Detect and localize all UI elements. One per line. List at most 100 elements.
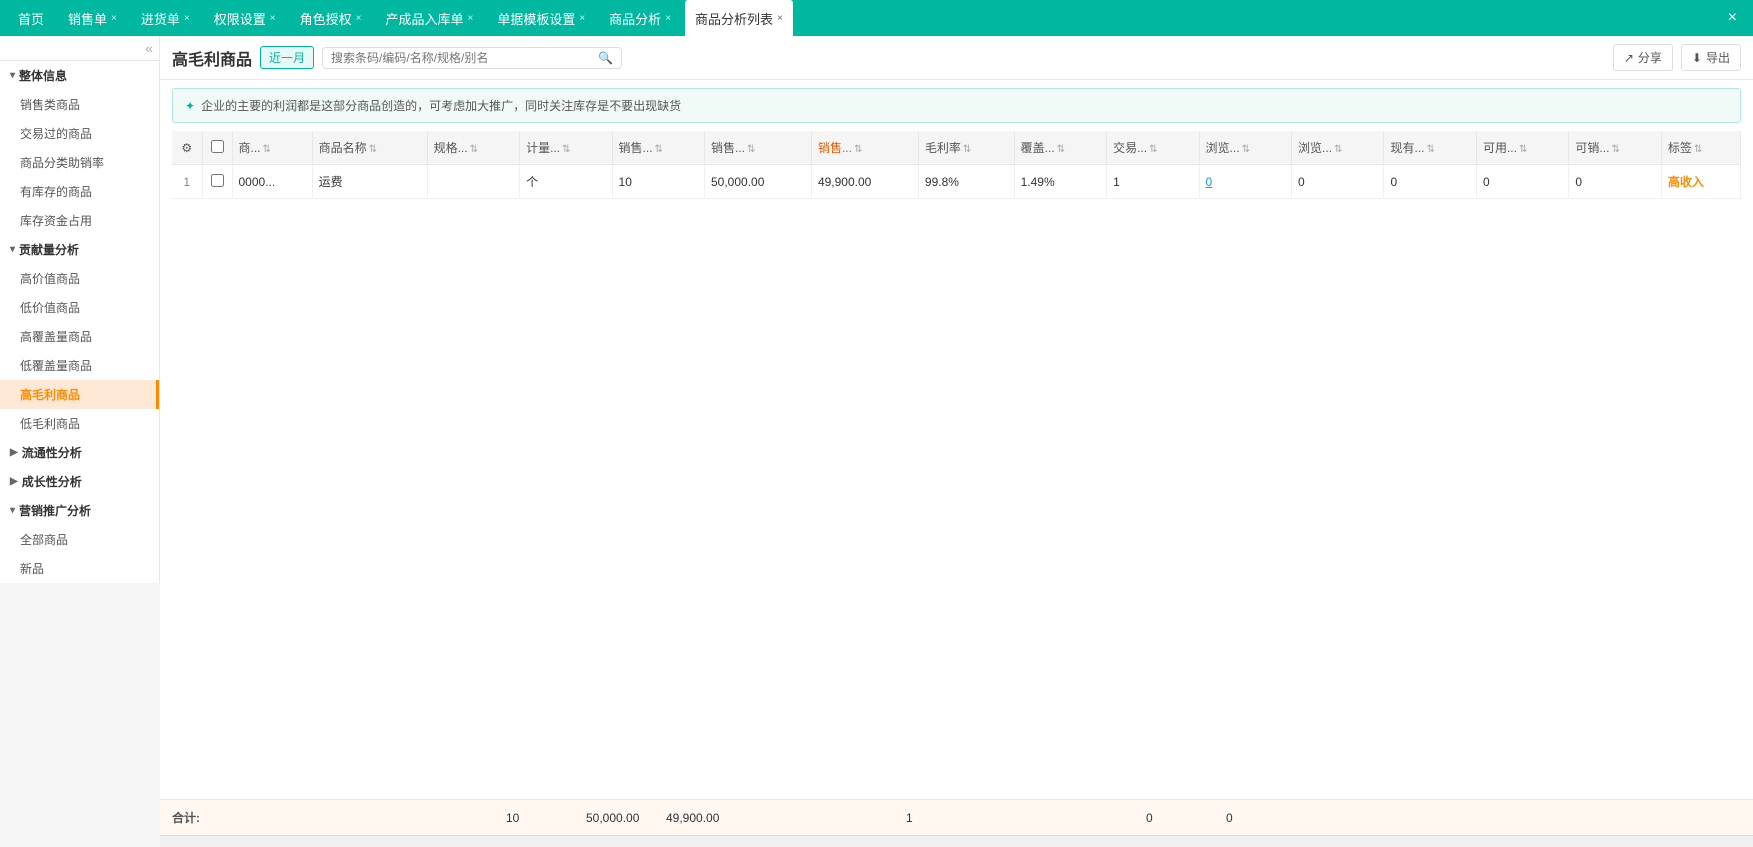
sidebar-item-high-coverage[interactable]: 高覆盖量商品 — [0, 322, 159, 351]
col-code[interactable]: 商...⇅ — [232, 131, 312, 165]
nav-tab-role[interactable]: 角色授权 × — [290, 0, 372, 36]
col-current[interactable]: 现有...⇅ — [1384, 131, 1476, 165]
sidebar-group-overall[interactable]: ▾ 整体信息 — [0, 61, 159, 90]
sidebar-item-all-goods[interactable]: 全部商品 — [0, 525, 159, 554]
cell-coverage: 1.49% — [1014, 165, 1106, 199]
sort-icon: ⇅ — [1694, 144, 1702, 155]
col-saleable[interactable]: 可销...⇅ — [1569, 131, 1661, 165]
col-transaction[interactable]: 交易...⇅ — [1107, 131, 1199, 165]
nav-tab-template[interactable]: 单据模板设置 × — [487, 0, 595, 36]
footer-transaction: 1 — [900, 811, 980, 825]
export-icon: ⬇ — [1692, 51, 1702, 65]
sort-icon: ⇅ — [963, 144, 971, 155]
page-title: 高毛利商品 — [172, 46, 252, 70]
content-header: 高毛利商品 近一月 🔍 ↗ 分享 ⬇ 导出 — [160, 36, 1753, 80]
cell-current: 0 — [1384, 165, 1476, 199]
sidebar-item-low-coverage[interactable]: 低覆盖量商品 — [0, 351, 159, 380]
export-button[interactable]: ⬇ 导出 — [1681, 44, 1741, 71]
col-browse2[interactable]: 浏览...⇅ — [1292, 131, 1384, 165]
col-settings[interactable]: ⚙ — [172, 131, 202, 165]
nav-tab-product-storage[interactable]: 产成品入库单 × — [375, 0, 483, 36]
sidebar-group-label: 整体信息 — [19, 67, 67, 84]
nav-home[interactable]: 首页 — [8, 5, 54, 32]
sort-icon: ⇅ — [1611, 144, 1619, 155]
sidebar-item-high-value[interactable]: 高价值商品 — [0, 264, 159, 293]
collapse-arrow-icon: ▾ — [10, 70, 15, 81]
col-tag[interactable]: 标签⇅ — [1661, 131, 1740, 165]
data-table: ⚙ 商...⇅ 商品名称⇅ 规格...⇅ 计量...⇅ 销售...⇅ 销售...… — [172, 131, 1741, 199]
nav-tab-purchase-order[interactable]: 进货单 × — [131, 0, 200, 36]
sidebar-group-marketing[interactable]: ▾ 营销推广分析 — [0, 496, 159, 525]
share-button[interactable]: ↗ 分享 — [1613, 44, 1673, 71]
footer-available: 0 — [1220, 811, 1300, 825]
sidebar-group-contribution[interactable]: ▾ 贡献量分析 — [0, 235, 159, 264]
sidebar-group-liquidity[interactable]: ▶ 流通性分析 — [0, 438, 159, 467]
sort-icon: ⇅ — [369, 144, 377, 155]
window-close-button[interactable]: × — [1720, 9, 1745, 27]
footer-sales-qty: 10 — [500, 811, 580, 825]
search-box: 🔍 — [322, 47, 622, 69]
share-icon: ↗ — [1624, 51, 1634, 65]
nav-tab-label: 销售单 — [68, 9, 107, 28]
close-icon[interactable]: × — [665, 13, 671, 24]
sidebar-item-low-margin[interactable]: 低毛利商品 — [0, 409, 159, 438]
col-spec[interactable]: 规格...⇅ — [427, 131, 519, 165]
export-label: 导出 — [1706, 49, 1730, 66]
nav-tab-label: 产成品入库单 — [385, 9, 463, 28]
col-unit[interactable]: 计量...⇅ — [520, 131, 612, 165]
cell-tag: 高收入 — [1661, 165, 1740, 199]
sidebar-item-stock-capital[interactable]: 库存资金占用 — [0, 206, 159, 235]
footer-current: 0 — [1140, 811, 1220, 825]
col-sales-profit[interactable]: 销售...⇅ — [811, 131, 918, 165]
sidebar-group-label: 营销推广分析 — [19, 502, 91, 519]
sort-icon: ⇅ — [1334, 144, 1342, 155]
nav-tab-permission[interactable]: 权限设置 × — [204, 0, 286, 36]
sidebar-item-sales-goods[interactable]: 销售类商品 — [0, 90, 159, 119]
close-icon[interactable]: × — [184, 13, 190, 24]
nav-tab-label: 商品分析 — [609, 9, 661, 28]
nav-tab-analysis[interactable]: 商品分析 × — [599, 0, 681, 36]
collapse-arrow-icon: ▾ — [10, 244, 15, 255]
select-all-checkbox[interactable] — [211, 140, 224, 153]
search-icon[interactable]: 🔍 — [598, 51, 613, 65]
sidebar-item-stock-goods[interactable]: 有库存的商品 — [0, 177, 159, 206]
footer-sales-amount: 50,000.00 — [580, 811, 660, 825]
nav-tab-analysis-list[interactable]: 商品分析列表 × — [685, 0, 793, 36]
sidebar-item-category-rate[interactable]: 商品分类助销率 — [0, 148, 159, 177]
col-sales-amount[interactable]: 销售...⇅ — [705, 131, 812, 165]
search-input[interactable] — [331, 51, 594, 65]
close-icon[interactable]: × — [356, 13, 362, 24]
horizontal-scrollbar[interactable] — [160, 835, 1753, 847]
cell-browse1[interactable]: 0 — [1199, 165, 1291, 199]
close-icon[interactable]: × — [579, 13, 585, 24]
period-button[interactable]: 近一月 — [260, 46, 314, 69]
nav-tab-label: 商品分析列表 — [695, 9, 773, 28]
col-available[interactable]: 可用...⇅ — [1476, 131, 1568, 165]
collapse-arrow-icon: ▶ — [10, 447, 18, 458]
sidebar-item-traded-goods[interactable]: 交易过的商品 — [0, 119, 159, 148]
footer-cell-empty2 — [420, 811, 500, 825]
sidebar-item-new-goods[interactable]: 新品 — [0, 554, 159, 583]
row-checkbox[interactable] — [211, 174, 224, 187]
sort-icon: ⇅ — [1427, 144, 1435, 155]
col-name[interactable]: 商品名称⇅ — [312, 131, 427, 165]
col-browse1[interactable]: 浏览...⇅ — [1199, 131, 1291, 165]
table-header-row: ⚙ 商...⇅ 商品名称⇅ 规格...⇅ 计量...⇅ 销售...⇅ 销售...… — [172, 131, 1741, 165]
sidebar-group-growth[interactable]: ▶ 成长性分析 — [0, 467, 159, 496]
sidebar-item-high-margin[interactable]: 高毛利商品 — [0, 380, 159, 409]
table-row: 1 0000... 运费 个 10 50,000.00 49,900.00 99… — [172, 165, 1741, 199]
sidebar-toggle-button[interactable]: « — [145, 40, 153, 56]
close-icon[interactable]: × — [777, 13, 783, 24]
close-icon[interactable]: × — [467, 13, 473, 24]
collapse-arrow-icon: ▶ — [10, 476, 18, 487]
close-icon[interactable]: × — [270, 13, 276, 24]
col-gross-margin[interactable]: 毛利率⇅ — [918, 131, 1014, 165]
sidebar-item-low-value[interactable]: 低价值商品 — [0, 293, 159, 322]
col-checkbox — [202, 131, 232, 165]
nav-tab-sales-order[interactable]: 销售单 × — [58, 0, 127, 36]
cell-available: 0 — [1476, 165, 1568, 199]
col-sales-qty[interactable]: 销售...⇅ — [612, 131, 704, 165]
close-icon[interactable]: × — [111, 13, 117, 24]
footer-label: 合计: — [172, 809, 200, 826]
col-coverage[interactable]: 覆盖...⇅ — [1014, 131, 1106, 165]
